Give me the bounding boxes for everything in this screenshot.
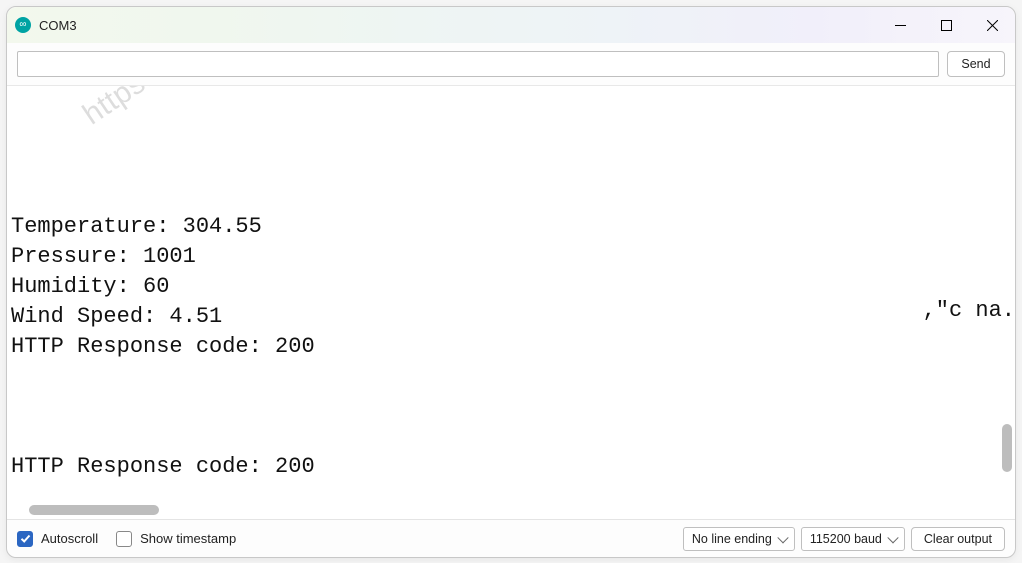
minimize-button[interactable]: [877, 7, 923, 43]
console-area: https://microdigisoft.com - 19:16 Temper…: [7, 86, 1015, 519]
command-input[interactable]: [17, 51, 939, 77]
status-bar: Autoscroll Show timestamp No line ending…: [7, 519, 1015, 557]
window-controls: [877, 7, 1015, 43]
line-ending-select[interactable]: No line ending: [683, 527, 795, 551]
window-title: COM3: [39, 18, 77, 33]
clear-output-button[interactable]: Clear output: [911, 527, 1005, 551]
horizontal-scrollbar[interactable]: [11, 505, 1001, 515]
arduino-icon: [15, 17, 31, 33]
title-bar[interactable]: COM3: [7, 7, 1015, 43]
autoscroll-label[interactable]: Autoscroll: [41, 531, 98, 546]
line-ending-value: No line ending: [692, 532, 772, 546]
maximize-button[interactable]: [923, 7, 969, 43]
serial-output[interactable]: Temperature: 304.55 Pressure: 1001 Humid…: [7, 86, 1001, 511]
show-timestamp-checkbox[interactable]: [116, 531, 132, 547]
vertical-scrollbar-thumb[interactable]: [1002, 424, 1012, 472]
close-button[interactable]: [969, 7, 1015, 43]
command-row: Send: [7, 43, 1015, 86]
show-timestamp-label[interactable]: Show timestamp: [140, 531, 236, 546]
autoscroll-checkbox[interactable]: [17, 531, 33, 547]
serial-monitor-window: COM3 Send https://microdigisoft.com - 19…: [6, 6, 1016, 558]
baud-rate-select[interactable]: 115200 baud: [801, 527, 905, 551]
horizontal-scrollbar-thumb[interactable]: [29, 505, 159, 515]
vertical-scrollbar[interactable]: [1002, 86, 1012, 511]
send-button[interactable]: Send: [947, 51, 1005, 77]
baud-rate-value: 115200 baud: [810, 532, 882, 546]
